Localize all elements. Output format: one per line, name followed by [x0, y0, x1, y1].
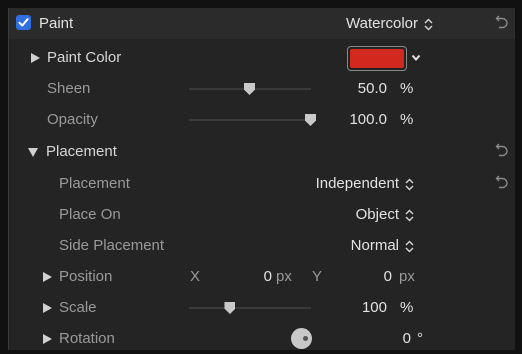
- sheen-label: Sheen: [47, 80, 91, 97]
- disclosure-right-icon[interactable]: [43, 334, 52, 344]
- placement-row: Placement Independent: [9, 168, 515, 199]
- checkmark-icon: [18, 18, 29, 27]
- rotation-dial-indicator: [303, 336, 308, 341]
- placement-reset-icon[interactable]: [495, 174, 513, 192]
- place-on-label: Place On: [59, 206, 121, 223]
- paint-color-row: Paint Color: [9, 42, 515, 73]
- position-row: Position X 0 px Y 0 px: [9, 261, 515, 292]
- paint-reset-icon[interactable]: [495, 14, 513, 32]
- up-down-chevron-icon: [405, 209, 414, 222]
- side-placement-label: Side Placement: [59, 237, 165, 254]
- opacity-slider-thumb[interactable]: [305, 114, 316, 126]
- sheen-slider-thumb[interactable]: [244, 83, 255, 95]
- disclosure-right-icon[interactable]: [43, 303, 52, 313]
- rotation-label: Rotation: [59, 330, 115, 347]
- paint-style-value: Watercolor: [346, 15, 418, 32]
- disclosure-down-icon[interactable]: [28, 148, 38, 157]
- position-x-label: X: [190, 268, 201, 285]
- paint-enable-checkbox[interactable]: [16, 15, 31, 30]
- inspector-panel: Paint Watercolor Paint Color Sheen 50.0 …: [8, 8, 515, 350]
- scale-slider-track[interactable]: [189, 307, 311, 309]
- position-label: Position: [59, 268, 113, 285]
- paint-header-row: Paint Watercolor: [9, 8, 515, 39]
- up-down-chevron-icon: [424, 18, 433, 31]
- up-down-chevron-icon: [405, 178, 414, 191]
- disclosure-right-icon[interactable]: [43, 272, 52, 282]
- scale-slider-thumb[interactable]: [224, 302, 236, 314]
- placement-popup[interactable]: Independent: [316, 168, 414, 199]
- place-on-value: Object: [355, 206, 399, 223]
- paint-color-fill: [350, 49, 404, 68]
- sheen-unit: %: [400, 80, 414, 97]
- place-on-row: Place On Object: [9, 199, 515, 230]
- placement-group-reset-icon[interactable]: [495, 142, 513, 160]
- position-y-value[interactable]: 0: [384, 261, 392, 292]
- place-on-popup[interactable]: Object: [356, 199, 414, 230]
- opacity-row: Opacity 100.0 %: [9, 104, 515, 135]
- scale-row: Scale 100 %: [9, 292, 515, 323]
- up-down-chevron-icon: [405, 240, 414, 253]
- paint-label: Paint: [39, 15, 74, 32]
- scale-value[interactable]: 100: [362, 292, 387, 323]
- opacity-unit: %: [400, 111, 414, 128]
- placement-value: Independent: [315, 175, 399, 192]
- disclosure-right-icon[interactable]: [31, 53, 40, 63]
- rotation-row: Rotation 0 °: [9, 323, 515, 354]
- scale-label: Scale: [59, 299, 97, 316]
- position-x-unit: px: [276, 268, 292, 285]
- placement-label: Placement: [59, 175, 130, 192]
- placement-group-label: Placement: [46, 143, 117, 160]
- paint-color-swatch[interactable]: [347, 46, 407, 71]
- sheen-row: Sheen 50.0 %: [9, 73, 515, 104]
- position-y-unit: px: [399, 268, 415, 285]
- rotation-unit: °: [417, 330, 423, 347]
- placement-group-row: Placement: [9, 136, 515, 167]
- opacity-label: Opacity: [47, 111, 98, 128]
- position-y-label: Y: [312, 268, 323, 285]
- side-placement-row: Side Placement Normal: [9, 230, 515, 261]
- rotation-value[interactable]: 0: [403, 323, 411, 354]
- opacity-value[interactable]: 100.0: [349, 104, 387, 135]
- scale-unit: %: [400, 299, 414, 316]
- opacity-slider-track[interactable]: [189, 119, 311, 121]
- paint-color-label: Paint Color: [47, 49, 122, 66]
- side-placement-value: Normal: [350, 237, 399, 254]
- side-placement-popup[interactable]: Normal: [351, 230, 414, 261]
- paint-style-popup[interactable]: Watercolor: [346, 8, 433, 39]
- rotation-dial[interactable]: [291, 328, 312, 349]
- position-x-value[interactable]: 0: [264, 261, 272, 292]
- chevron-down-icon[interactable]: [411, 54, 421, 62]
- sheen-value[interactable]: 50.0: [358, 73, 387, 104]
